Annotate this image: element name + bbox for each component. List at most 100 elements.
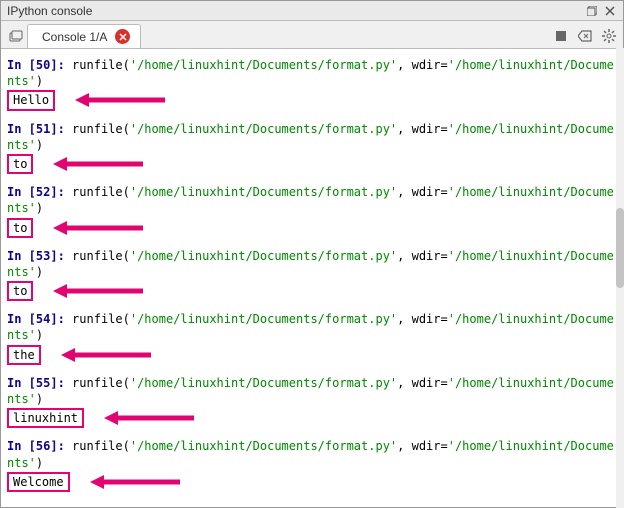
input-line: In [54]: runfile('/home/linuxhint/Docume… <box>7 311 617 343</box>
prompt: In [ <box>7 58 36 72</box>
code-end: ) <box>36 265 43 279</box>
output-highlight-box: to <box>7 218 33 238</box>
options-icon[interactable] <box>601 28 617 44</box>
input-line: In [50]: runfile('/home/linuxhint/Docume… <box>7 57 617 89</box>
prompt-close: ]: <box>50 249 72 263</box>
code-fn: runfile( <box>72 249 130 263</box>
prompt-close: ]: <box>50 58 72 72</box>
console-cell: In [56]: runfile('/home/linuxhint/Docume… <box>7 438 617 492</box>
output-highlight-box: Hello <box>7 90 55 110</box>
code-end: ) <box>36 456 43 470</box>
annotation-arrow-icon <box>104 411 194 425</box>
code-fn: runfile( <box>72 439 130 453</box>
annotation-arrow-icon <box>53 157 143 171</box>
restore-icon[interactable] <box>585 4 599 18</box>
tab-label: Console 1/A <box>42 30 107 44</box>
input-line: In [55]: runfile('/home/linuxhint/Docume… <box>7 375 617 407</box>
output-row: to <box>7 154 617 174</box>
input-line: In [53]: runfile('/home/linuxhint/Docume… <box>7 248 617 280</box>
prompt-close: ]: <box>50 122 72 136</box>
output-row: to <box>7 218 617 238</box>
prompt-number: 52 <box>36 185 50 199</box>
annotation-arrow-icon <box>53 221 143 235</box>
prompt-close: ]: <box>50 376 72 390</box>
code-wdir-kw: , wdir= <box>397 185 448 199</box>
code-fn: runfile( <box>72 376 130 390</box>
code-path: '/home/linuxhint/Documents/format.py' <box>130 376 397 390</box>
code-path: '/home/linuxhint/Documents/format.py' <box>130 439 397 453</box>
prompt-number: 54 <box>36 312 50 326</box>
output-row: Welcome <box>7 472 617 492</box>
annotation-arrow-icon <box>90 475 180 489</box>
output-row: to <box>7 281 617 301</box>
console-cell: In [53]: runfile('/home/linuxhint/Docume… <box>7 248 617 302</box>
prompt-number: 51 <box>36 122 50 136</box>
titlebar: IPython console <box>1 1 623 21</box>
output-highlight-box: the <box>7 345 41 365</box>
input-line: In [56]: runfile('/home/linuxhint/Docume… <box>7 438 617 470</box>
input-line: In [51]: runfile('/home/linuxhint/Docume… <box>7 121 617 153</box>
browse-tabs-icon[interactable] <box>7 27 25 45</box>
tab-bar: Console 1/A <box>1 21 623 49</box>
prompt-number: 50 <box>36 58 50 72</box>
scroll-thumb[interactable] <box>616 208 624 288</box>
prompt-number: 55 <box>36 376 50 390</box>
prompt: In [ <box>7 376 36 390</box>
code-wdir-kw: , wdir= <box>397 58 448 72</box>
code-wdir-kw: , wdir= <box>397 122 448 136</box>
code-fn: runfile( <box>72 185 130 199</box>
console-cell: In [52]: runfile('/home/linuxhint/Docume… <box>7 184 617 238</box>
code-end: ) <box>36 138 43 152</box>
prompt-number: 56 <box>36 439 50 453</box>
tab-console-1a[interactable]: Console 1/A <box>27 24 141 48</box>
output-highlight-box: Welcome <box>7 472 70 492</box>
prompt: In [ <box>7 185 36 199</box>
code-path: '/home/linuxhint/Documents/format.py' <box>130 122 397 136</box>
console-output[interactable]: In [50]: runfile('/home/linuxhint/Docume… <box>1 49 623 507</box>
console-cell: In [51]: runfile('/home/linuxhint/Docume… <box>7 121 617 175</box>
prompt-close: ]: <box>50 439 72 453</box>
close-tab-icon[interactable] <box>115 29 130 44</box>
scrollbar[interactable] <box>616 48 624 508</box>
code-fn: runfile( <box>72 312 130 326</box>
prompt: In [ <box>7 312 36 326</box>
code-end: ) <box>36 328 43 342</box>
code-path: '/home/linuxhint/Documents/format.py' <box>130 312 397 326</box>
prompt-close: ]: <box>50 312 72 326</box>
annotation-arrow-icon <box>75 93 165 107</box>
prompt-number: 53 <box>36 249 50 263</box>
code-wdir-kw: , wdir= <box>397 439 448 453</box>
code-fn: runfile( <box>72 122 130 136</box>
output-highlight-box: to <box>7 281 33 301</box>
prompt: In [ <box>7 122 36 136</box>
stop-icon[interactable] <box>553 28 569 44</box>
code-end: ) <box>36 74 43 88</box>
close-window-icon[interactable] <box>603 4 617 18</box>
titlebar-controls <box>585 4 617 18</box>
code-path: '/home/linuxhint/Documents/format.py' <box>130 185 397 199</box>
code-wdir-kw: , wdir= <box>397 312 448 326</box>
console-cell: In [55]: runfile('/home/linuxhint/Docume… <box>7 375 617 429</box>
annotation-arrow-icon <box>53 284 143 298</box>
window-title: IPython console <box>7 4 92 18</box>
input-line: In [52]: runfile('/home/linuxhint/Docume… <box>7 184 617 216</box>
prompt: In [ <box>7 249 36 263</box>
output-row: linuxhint <box>7 408 617 428</box>
console-cell: In [54]: runfile('/home/linuxhint/Docume… <box>7 311 617 365</box>
ipython-console-window: IPython console Console 1/A <box>0 0 624 508</box>
prompt: In [ <box>7 439 36 453</box>
output-highlight-box: to <box>7 154 33 174</box>
code-wdir-kw: , wdir= <box>397 249 448 263</box>
output-row: Hello <box>7 90 617 110</box>
console-cell: In [50]: runfile('/home/linuxhint/Docume… <box>7 57 617 111</box>
code-end: ) <box>36 392 43 406</box>
code-wdir-kw: , wdir= <box>397 376 448 390</box>
clear-icon[interactable] <box>577 28 593 44</box>
tab-row-left: Console 1/A <box>7 24 141 48</box>
output-row: the <box>7 345 617 365</box>
code-fn: runfile( <box>72 58 130 72</box>
code-end: ) <box>36 201 43 215</box>
prompt-close: ]: <box>50 185 72 199</box>
code-path: '/home/linuxhint/Documents/format.py' <box>130 249 397 263</box>
output-highlight-box: linuxhint <box>7 408 84 428</box>
